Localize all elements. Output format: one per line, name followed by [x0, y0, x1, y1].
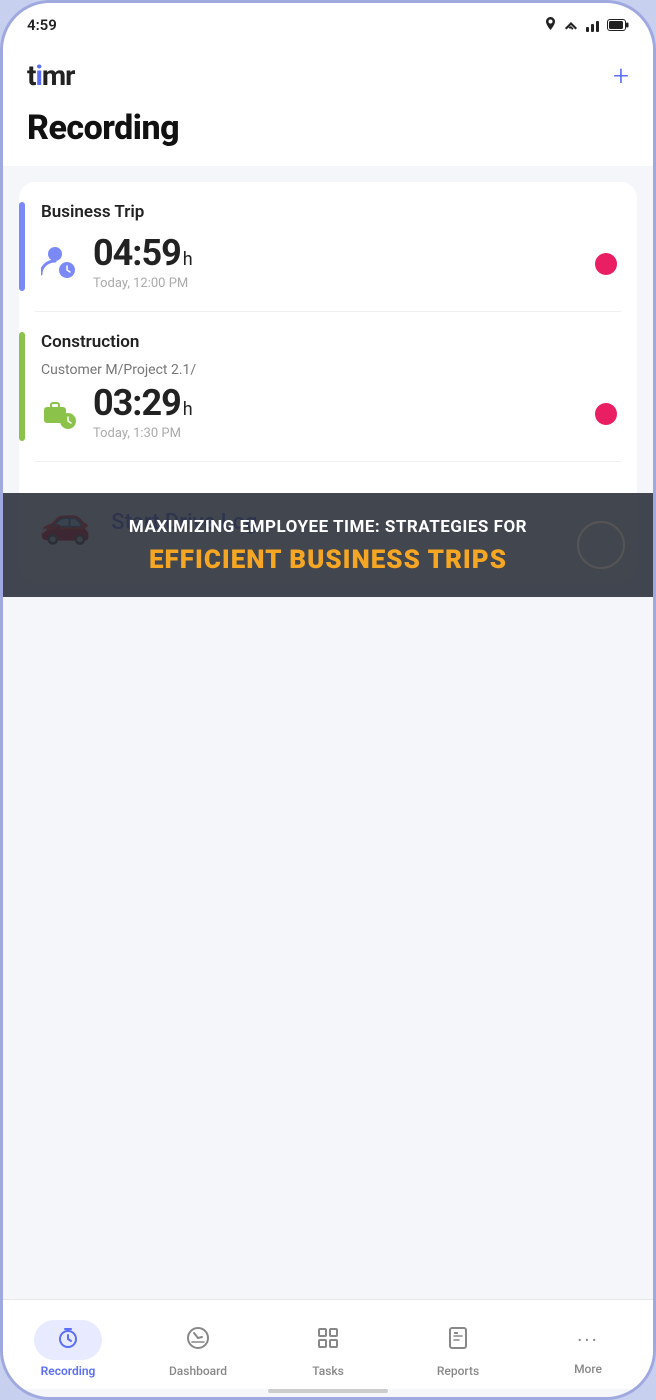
nav-item-tasks[interactable]: Tasks [263, 1312, 393, 1378]
entry-bar-blue [19, 202, 25, 291]
construction-title: Construction [41, 332, 617, 352]
construction-row: 03:29 h Today, 1:30 PM [41, 382, 617, 441]
business-trip-hours: 04:59 [93, 232, 181, 274]
add-button[interactable]: + [613, 62, 629, 90]
status-bar: 4:59 [3, 3, 653, 47]
signal-icon [563, 19, 579, 32]
nav-tasks-label: Tasks [312, 1364, 344, 1378]
recording-dot-2[interactable] [595, 403, 617, 425]
dashboard-icon [186, 1326, 210, 1350]
reports-icon [446, 1326, 470, 1350]
page-title-section: Recording [3, 100, 653, 166]
nav-more-bg: ··· [555, 1322, 621, 1358]
nav-reports-label: Reports [437, 1364, 479, 1378]
construction-body: Construction Customer M/Project 2.1/ [41, 332, 617, 441]
status-time: 4:59 [27, 16, 57, 34]
circle-indicator[interactable] [577, 521, 625, 569]
nav-item-reports[interactable]: Reports [393, 1312, 523, 1378]
business-trip-unit: h [183, 249, 193, 270]
app-content: timr + Recording Business Trip [3, 47, 653, 1397]
stopwatch-icon [56, 1326, 80, 1350]
nav-dashboard-bg [164, 1320, 232, 1360]
app-logo: timr [27, 59, 74, 92]
recording-dot-1[interactable] [595, 253, 617, 275]
banner-subtitle: MAXIMIZING EMPLOYEE TIME: STRATEGIES FOR [31, 515, 625, 541]
person-clock-icon [41, 244, 77, 280]
home-indicator [268, 1389, 388, 1393]
construction-unit: h [183, 399, 193, 420]
banner-overlay: MAXIMIZING EMPLOYEE TIME: STRATEGIES FOR… [3, 493, 653, 597]
construction-entry[interactable]: Construction Customer M/Project 2.1/ [19, 312, 637, 461]
business-trip-time-block: 04:59 h Today, 12:00 PM [93, 232, 193, 291]
banner-main-title: EFFICIENT BUSINESS TRIPS [31, 545, 625, 575]
page-heading: Recording [27, 108, 629, 148]
business-trip-entry[interactable]: Business Trip [19, 182, 637, 311]
construction-subtitle: Customer M/Project 2.1/ [41, 362, 617, 378]
construction-time-block: 03:29 h Today, 1:30 PM [93, 382, 193, 441]
bottom-nav: Recording Dashboard [3, 1299, 653, 1389]
nav-recording-label: Recording [41, 1364, 96, 1378]
scroll-area[interactable]: Business Trip [3, 166, 653, 1299]
nav-tasks-bg [294, 1320, 362, 1360]
nav-dashboard-label: Dashboard [169, 1364, 227, 1378]
business-trip-title: Business Trip [41, 202, 617, 222]
top-bar: timr + [3, 47, 653, 100]
construction-timestamp: Today, 1:30 PM [93, 426, 193, 441]
nav-item-dashboard[interactable]: Dashboard [133, 1312, 263, 1378]
more-dots-icon: ··· [577, 1328, 599, 1352]
nav-item-recording[interactable]: Recording [3, 1312, 133, 1378]
status-icons [544, 17, 629, 33]
briefcase-clock-icon [41, 394, 77, 430]
nav-reports-bg [424, 1320, 492, 1360]
phone-frame: 4:59 [0, 0, 656, 1400]
location-icon [544, 17, 557, 33]
logo-highlight: i [35, 59, 41, 92]
construction-hours: 03:29 [93, 382, 181, 424]
business-trip-timestamp: Today, 12:00 PM [93, 276, 193, 291]
nav-recording-bg [34, 1320, 102, 1360]
business-trip-body: Business Trip [41, 202, 617, 291]
nav-more-label: More [574, 1362, 602, 1376]
bars-icon [585, 19, 601, 32]
tasks-icon [316, 1326, 340, 1350]
business-trip-row: 04:59 h Today, 12:00 PM [41, 232, 617, 291]
entry-bar-green [19, 332, 25, 441]
battery-icon [607, 19, 629, 31]
nav-item-more[interactable]: ··· More [523, 1314, 653, 1376]
